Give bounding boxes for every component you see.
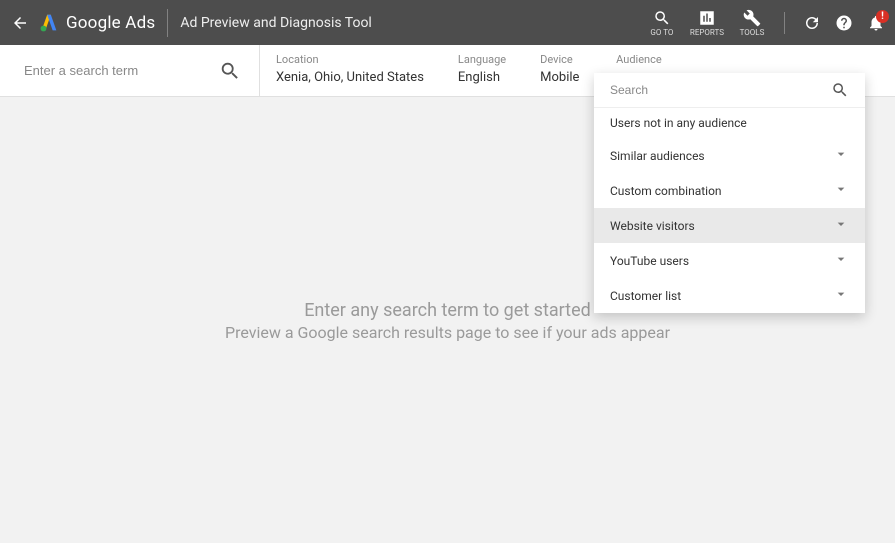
brand-text: Google Ads xyxy=(66,13,155,33)
audience-option-label: Custom combination xyxy=(610,184,722,198)
filter-language[interactable]: Language English xyxy=(442,45,524,96)
audience-option[interactable]: Similar audiences xyxy=(594,138,865,173)
audience-dropdown: Users not in any audience Similar audienc… xyxy=(594,73,865,313)
page-title: Ad Preview and Diagnosis Tool xyxy=(180,15,372,31)
help-button[interactable] xyxy=(835,14,853,32)
audience-option[interactable]: Website visitors xyxy=(594,208,865,243)
brand: Google Ads xyxy=(38,9,168,37)
audience-option-label: Similar audiences xyxy=(610,149,705,163)
back-icon[interactable] xyxy=(10,13,30,33)
refresh-icon xyxy=(803,14,821,32)
reports-button[interactable]: REPORTS xyxy=(690,9,724,37)
bar-chart-icon xyxy=(698,9,716,27)
main-line2: Preview a Google search results page to … xyxy=(0,323,895,342)
audience-option[interactable]: Customer list xyxy=(594,278,865,313)
notification-badge: ! xyxy=(876,10,889,23)
audience-dropdown-list: Users not in any audience Similar audienc… xyxy=(594,108,865,313)
wrench-icon xyxy=(743,9,761,27)
header-tools: GO TO REPORTS TOOLS ! xyxy=(648,9,885,37)
search-cell xyxy=(0,45,260,96)
search-input[interactable] xyxy=(24,63,219,78)
audience-option[interactable]: Users not in any audience xyxy=(594,108,865,138)
audience-option-label: Website visitors xyxy=(610,219,695,233)
chevron-down-icon xyxy=(833,286,849,305)
filter-location[interactable]: Location Xenia, Ohio, United States xyxy=(260,45,442,96)
refresh-button[interactable] xyxy=(803,14,821,32)
goto-button[interactable]: GO TO xyxy=(648,9,676,37)
app-header: Google Ads Ad Preview and Diagnosis Tool… xyxy=(0,0,895,45)
audience-option-label: Customer list xyxy=(610,289,681,303)
audience-search-input[interactable] xyxy=(610,83,831,97)
tools-button[interactable]: TOOLS xyxy=(738,9,766,37)
google-ads-logo-icon xyxy=(38,12,60,34)
filter-device[interactable]: Device Mobile xyxy=(524,45,600,96)
chevron-down-icon xyxy=(833,181,849,200)
search-icon xyxy=(653,9,671,27)
help-icon xyxy=(835,14,853,32)
chevron-down-icon xyxy=(833,251,849,270)
audience-search-row xyxy=(594,73,865,108)
search-icon[interactable] xyxy=(219,60,241,82)
audience-option-label: Users not in any audience xyxy=(610,116,747,130)
chevron-down-icon xyxy=(833,146,849,165)
header-divider xyxy=(784,12,785,34)
audience-option[interactable]: Custom combination xyxy=(594,173,865,208)
notifications-button[interactable]: ! xyxy=(867,14,885,32)
chevron-down-icon xyxy=(833,216,849,235)
search-icon[interactable] xyxy=(831,81,849,99)
audience-option[interactable]: YouTube users xyxy=(594,243,865,278)
audience-option-label: YouTube users xyxy=(610,254,689,268)
